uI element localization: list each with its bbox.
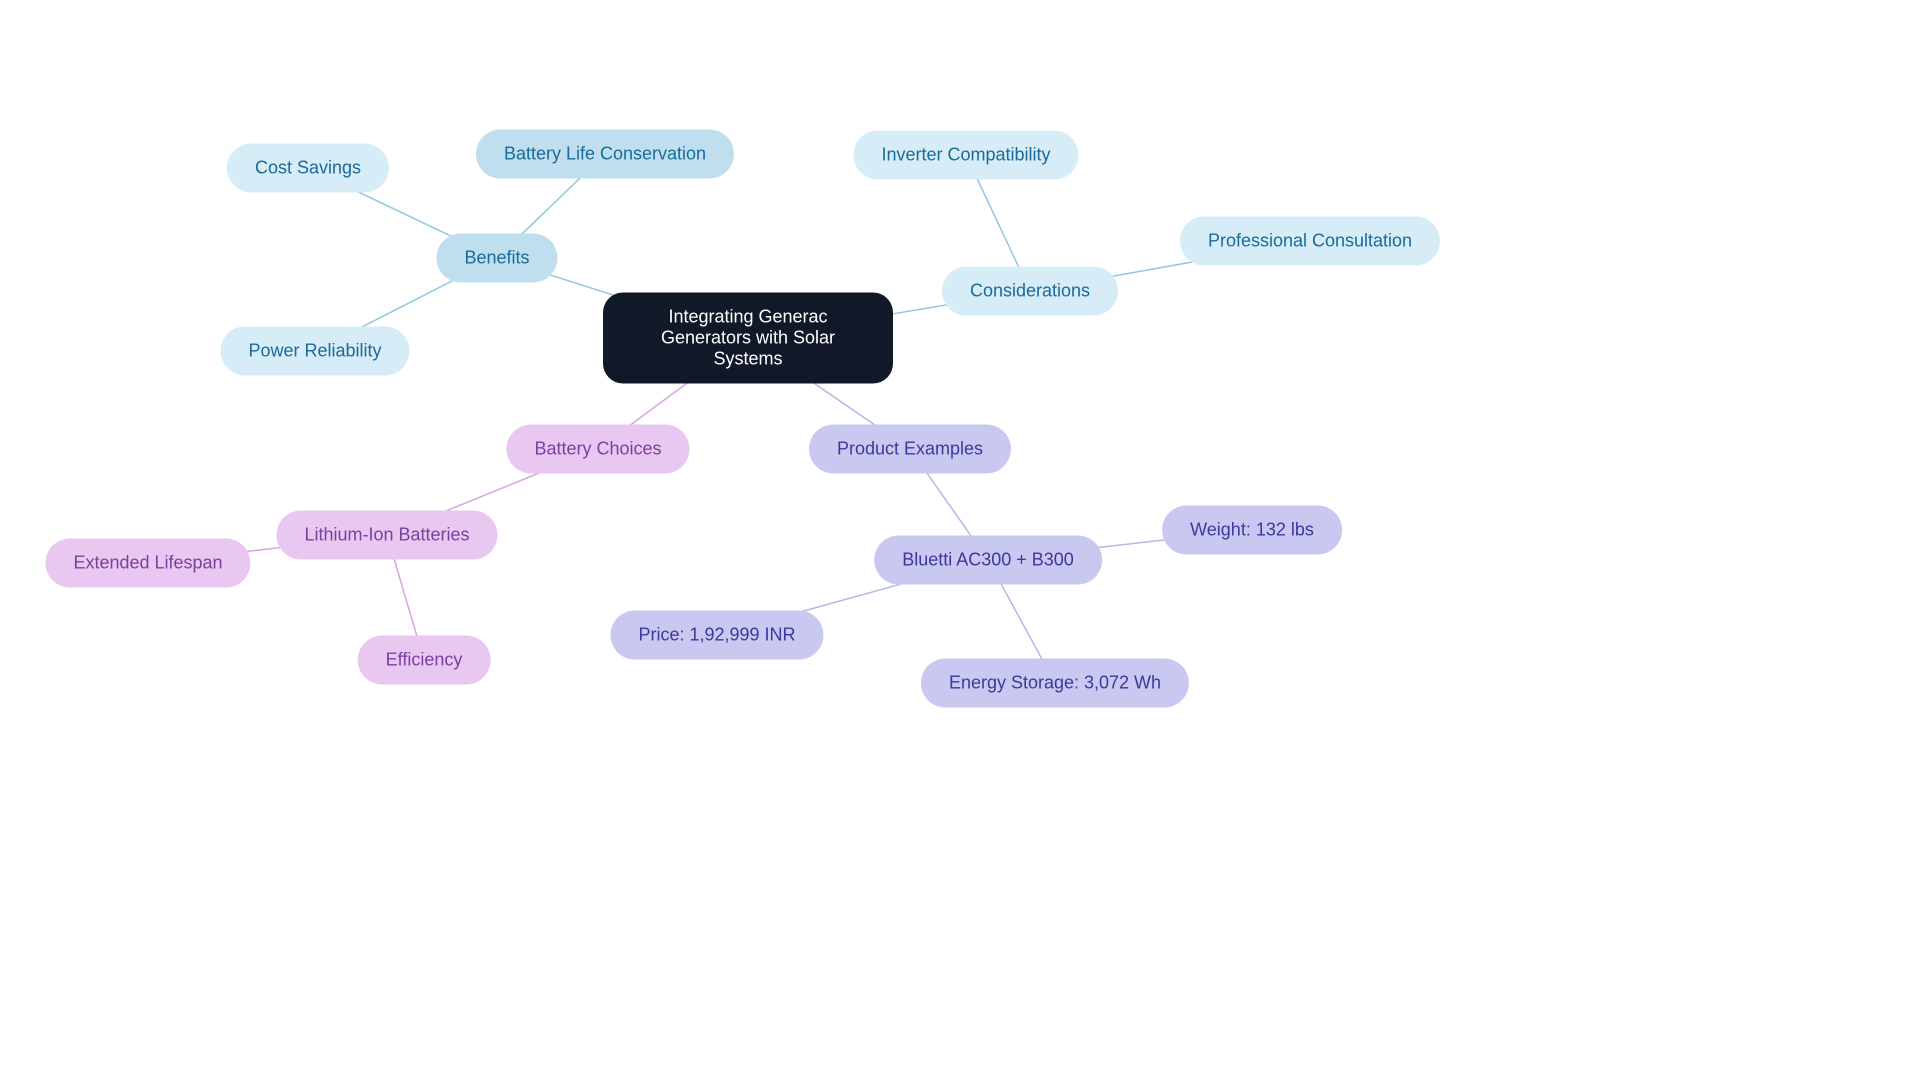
benefits-node: Benefits (436, 234, 557, 283)
cost-savings-node: Cost Savings (227, 144, 389, 193)
inverter-compatibility-node: Inverter Compatibility (853, 131, 1078, 180)
power-reliability-node: Power Reliability (220, 327, 409, 376)
professional-consultation-node: Professional Consultation (1180, 217, 1440, 266)
energy-storage-node: Energy Storage: 3,072 Wh (921, 659, 1189, 708)
considerations-node: Considerations (942, 267, 1118, 316)
price-node: Price: 1,92,999 INR (610, 611, 823, 660)
extended-lifespan-node: Extended Lifespan (45, 539, 250, 588)
product-examples-node: Product Examples (809, 425, 1011, 474)
weight-node: Weight: 132 lbs (1162, 506, 1342, 555)
battery-choices-node: Battery Choices (506, 425, 689, 474)
center-node: Integrating Generac Generators with Sola… (603, 293, 893, 384)
efficiency-node: Efficiency (358, 636, 491, 685)
battery-life-conservation-node: Battery Life Conservation (476, 130, 734, 179)
lithium-ion-batteries-node: Lithium-Ion Batteries (276, 511, 497, 560)
bluetti-node: Bluetti AC300 + B300 (874, 536, 1102, 585)
